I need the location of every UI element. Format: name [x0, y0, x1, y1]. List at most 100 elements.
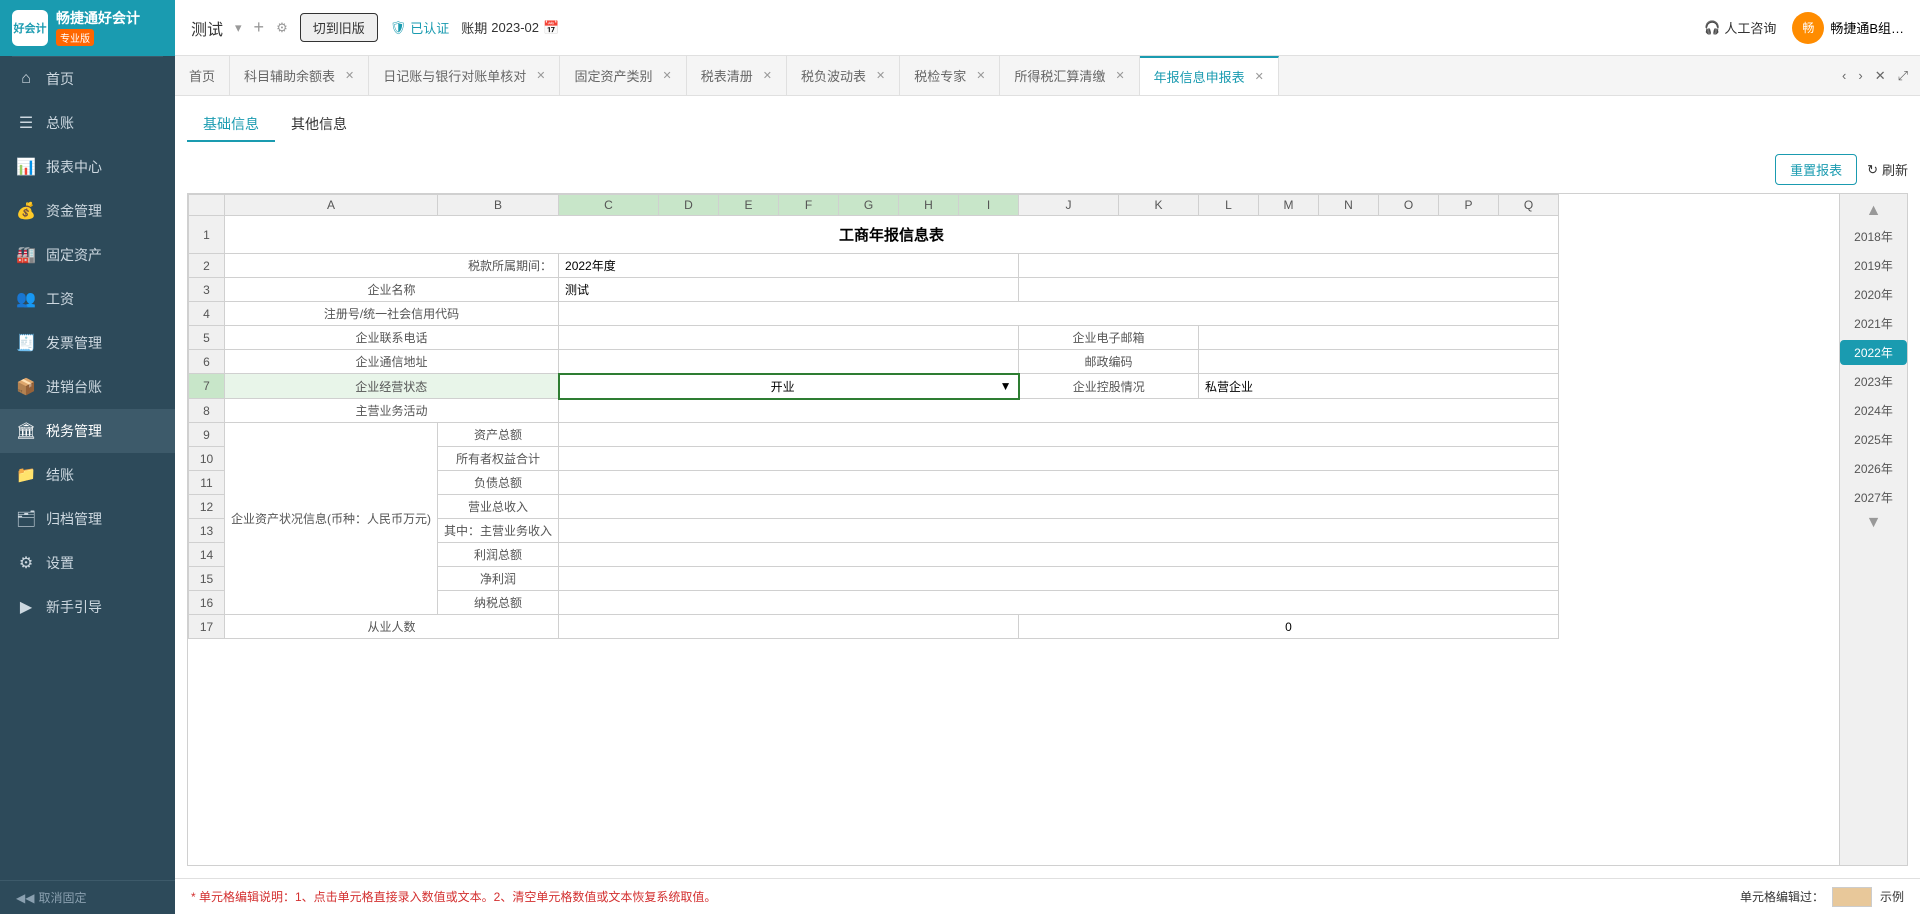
tab-home[interactable]: 首页 [175, 56, 230, 96]
tab-taxwave[interactable]: 税负波动表 ✕ [787, 56, 900, 96]
cell-15b[interactable]: 净利润 [438, 567, 559, 591]
refresh-button[interactable]: ↻ 刷新 [1867, 160, 1908, 179]
cell-14c[interactable] [559, 543, 1559, 567]
sidebar-item-guide[interactable]: ▶ 新手引导 [0, 585, 175, 629]
cell-9b[interactable]: 资产总额 [438, 423, 559, 447]
cell-12b[interactable]: 营业总收入 [438, 495, 559, 519]
user-menu-button[interactable]: 畅 畅捷通B组… [1792, 12, 1904, 44]
cell-10b[interactable]: 所有者权益合计 [438, 447, 559, 471]
cell-17j[interactable]: 0 [1019, 615, 1559, 639]
tab-taxcheck-close[interactable]: ✕ [976, 69, 985, 82]
cell-6c[interactable] [559, 350, 1019, 374]
cell-5j[interactable]: 企业电子邮箱 [1019, 326, 1199, 350]
col-header-j[interactable]: J [1019, 195, 1119, 216]
cell-3j[interactable] [1019, 278, 1559, 302]
cell-6l[interactable] [1199, 350, 1559, 374]
col-header-d[interactable]: D [659, 195, 719, 216]
cell-8c[interactable] [559, 399, 1559, 423]
col-header-o[interactable]: O [1379, 195, 1439, 216]
cell-7l[interactable]: 私营企业 [1199, 374, 1559, 399]
cell-6j[interactable]: 邮政编码 [1019, 350, 1199, 374]
tab-next-button[interactable]: › [1854, 64, 1866, 87]
calendar-icon[interactable]: 📅 [543, 20, 559, 36]
sub-tab-other[interactable]: 其他信息 [275, 108, 363, 142]
col-header-g[interactable]: G [839, 195, 899, 216]
year-2026[interactable]: 2026年 [1840, 456, 1907, 481]
tab-expand-button[interactable]: ⤢ [1894, 64, 1912, 88]
sidebar-item-settings[interactable]: ⚙ 设置 [0, 541, 175, 585]
sidebar-item-salary[interactable]: 👥 工资 [0, 277, 175, 321]
col-header-b[interactable]: B [438, 195, 559, 216]
col-header-q[interactable]: Q [1499, 195, 1559, 216]
tab-aux[interactable]: 科目辅助余额表 ✕ [230, 56, 369, 96]
tab-income-tax-close[interactable]: ✕ [1115, 69, 1124, 82]
year-panel-scroll-down[interactable]: ▼ [1866, 514, 1882, 532]
add-tab-button[interactable]: + [254, 17, 265, 38]
support-button[interactable]: 🎧 人工咨询 [1704, 18, 1776, 37]
cell-14b[interactable]: 利润总额 [438, 543, 559, 567]
col-header-k[interactable]: K [1119, 195, 1199, 216]
cell-10c[interactable] [559, 447, 1559, 471]
sidebar-item-fixed[interactable]: 🏭 固定资产 [0, 233, 175, 277]
tab-taxform[interactable]: 税表清册 ✕ [687, 56, 787, 96]
year-2023[interactable]: 2023年 [1840, 369, 1907, 394]
year-2018[interactable]: 2018年 [1840, 224, 1907, 249]
sidebar-item-stock[interactable]: 📦 进销台账 [0, 365, 175, 409]
year-2022[interactable]: 2022年 [1840, 340, 1907, 365]
cell-7c[interactable]: 开业 ▼ [559, 374, 1019, 399]
year-2021[interactable]: 2021年 [1840, 311, 1907, 336]
tab-fixed-close[interactable]: ✕ [663, 69, 672, 82]
year-2020[interactable]: 2020年 [1840, 282, 1907, 307]
sidebar-item-home[interactable]: ⌂ 首页 [0, 57, 175, 101]
year-panel-scroll-up[interactable]: ▲ [1866, 202, 1882, 220]
sidebar-item-close[interactable]: 📁 结账 [0, 453, 175, 497]
cell-17a[interactable]: 从业人数 [225, 615, 559, 639]
settings-gear-icon[interactable]: ⚙ [276, 20, 288, 36]
sidebar-item-archive[interactable]: 🗂 归档管理 [0, 497, 175, 541]
cell-4a[interactable]: 注册号/统一社会信用代码 [225, 302, 559, 326]
cell-12c[interactable] [559, 495, 1559, 519]
col-header-f[interactable]: F [779, 195, 839, 216]
tab-income-tax[interactable]: 所得税汇算清缴 ✕ [1000, 56, 1139, 96]
sub-tab-basic[interactable]: 基础信息 [187, 108, 275, 142]
cell-16c[interactable] [559, 591, 1559, 615]
col-header-c[interactable]: C [559, 195, 659, 216]
col-header-a[interactable]: A [225, 195, 438, 216]
sidebar-item-fund[interactable]: 💰 资金管理 [0, 189, 175, 233]
tab-taxwave-close[interactable]: ✕ [876, 69, 885, 82]
tab-close-all-button[interactable]: ✕ [1871, 64, 1890, 88]
tab-aux-close[interactable]: ✕ [345, 69, 354, 82]
col-header-m[interactable]: M [1259, 195, 1319, 216]
cell-7a[interactable]: 企业经营状态 [225, 374, 559, 399]
tab-annual[interactable]: 年报信息申报表 ✕ [1140, 56, 1279, 96]
cell-2c[interactable]: 2022年度 [559, 254, 1019, 278]
cell-9a[interactable]: 企业资产状况信息(币种：人民币万元) [225, 423, 438, 615]
col-header-n[interactable]: N [1319, 195, 1379, 216]
col-header-p[interactable]: P [1439, 195, 1499, 216]
tab-journal-close[interactable]: ✕ [536, 69, 545, 82]
tab-fixed[interactable]: 固定资产类别 ✕ [560, 56, 686, 96]
sidebar-item-invoice[interactable]: 🧾 发票管理 [0, 321, 175, 365]
cell-13c[interactable] [559, 519, 1559, 543]
tab-annual-close[interactable]: ✕ [1255, 70, 1264, 83]
tab-journal[interactable]: 日记账与银行对账单核对 ✕ [369, 56, 560, 96]
cell-11b[interactable]: 负债总额 [438, 471, 559, 495]
year-2019[interactable]: 2019年 [1840, 253, 1907, 278]
cell-5a[interactable]: 企业联系电话 [225, 326, 559, 350]
year-2025[interactable]: 2025年 [1840, 427, 1907, 452]
spreadsheet-main[interactable]: A B C D E F G H I J [188, 194, 1839, 865]
col-header-h[interactable]: H [899, 195, 959, 216]
sidebar-item-report[interactable]: 📊 报表中心 [0, 145, 175, 189]
cell-16b[interactable]: 纳税总额 [438, 591, 559, 615]
sidebar-collapse-button[interactable]: ◀◀ 取消固定 [0, 880, 175, 914]
year-2027[interactable]: 2027年 [1840, 485, 1907, 510]
cell-15c[interactable] [559, 567, 1559, 591]
cell-17c[interactable] [559, 615, 1019, 639]
cell-3c[interactable]: 测试 [559, 278, 1019, 302]
cell-6a[interactable]: 企业通信地址 [225, 350, 559, 374]
cell-4c[interactable] [559, 302, 1559, 326]
cell-title[interactable]: 工商年报信息表 [225, 216, 1559, 254]
sidebar-item-tax[interactable]: 🏛 税务管理 [0, 409, 175, 453]
cell-2a[interactable]: 税款所属期间： [225, 254, 559, 278]
switch-old-version-button[interactable]: 切到旧版 [300, 13, 378, 42]
